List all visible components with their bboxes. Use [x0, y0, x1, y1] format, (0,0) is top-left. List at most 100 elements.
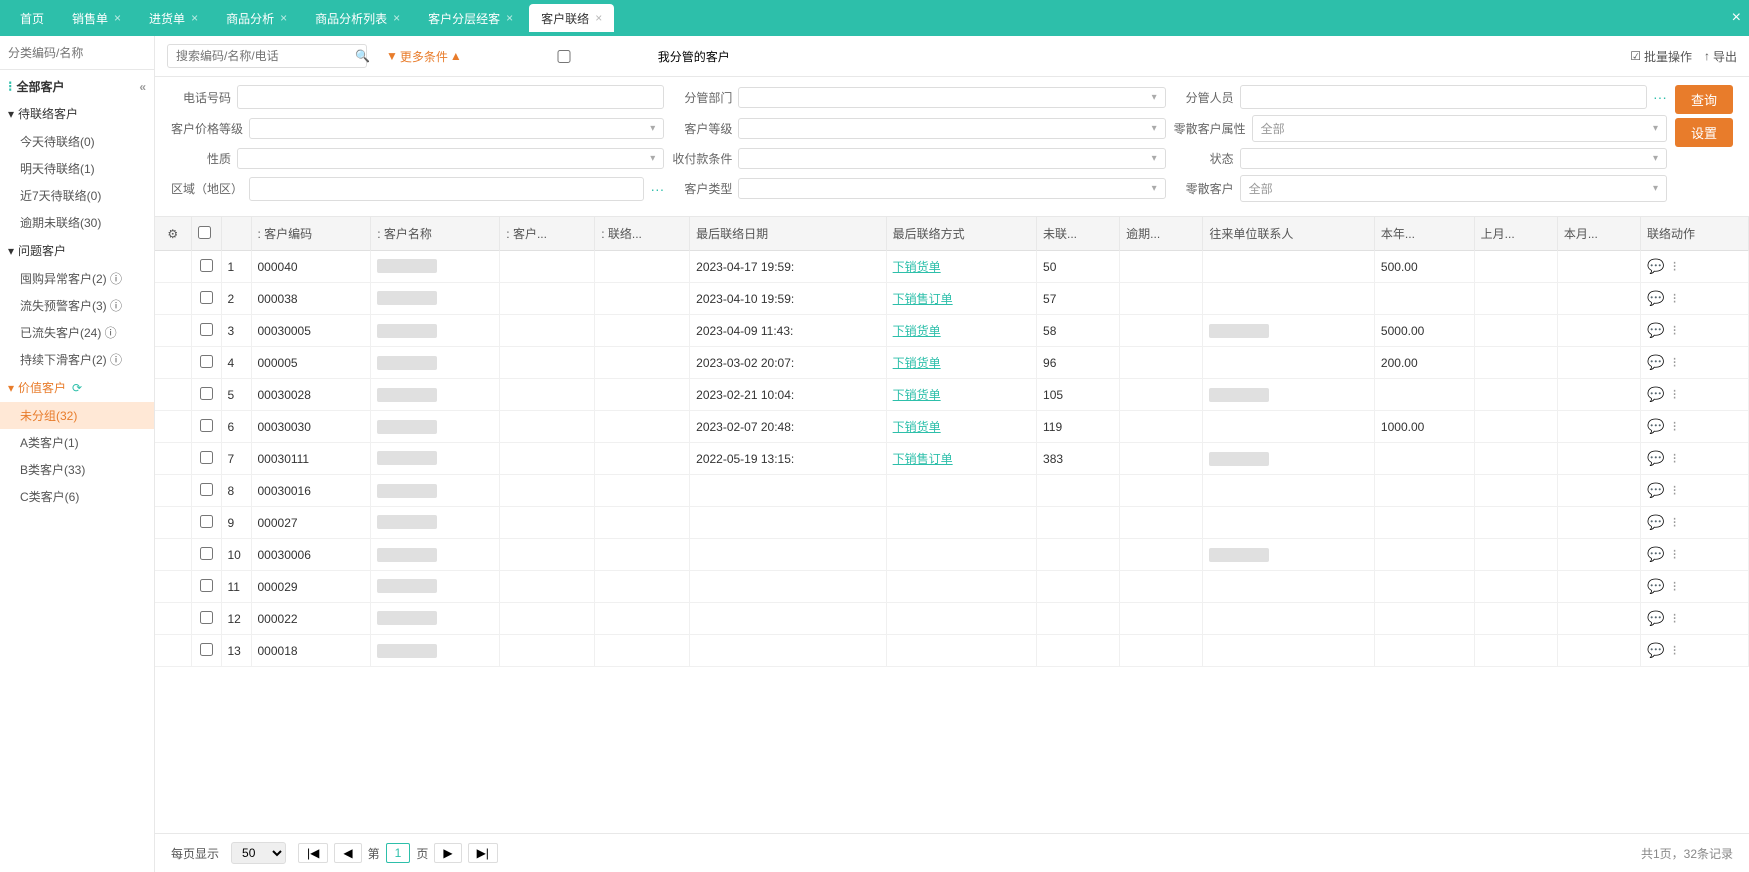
sidebar-item-7days[interactable]: 近7天待联络(0): [0, 182, 154, 209]
contact-way-link[interactable]: 下销售订单: [893, 452, 953, 466]
region-dots-btn[interactable]: ···: [650, 181, 664, 197]
page-size-select[interactable]: 50 100 200: [231, 842, 286, 864]
person-dots-btn[interactable]: ···: [1653, 89, 1667, 105]
sidebar-item-class-b[interactable]: B类客户(33): [0, 456, 154, 483]
tab-analysis[interactable]: 商品分析 ×: [214, 4, 299, 32]
my-customers-checkbox-label[interactable]: 我分管的客户: [474, 48, 730, 65]
phone-input[interactable]: [237, 85, 664, 109]
sidebar-item-overdue[interactable]: 逾期未联络(30): [0, 209, 154, 236]
more-icon[interactable]: ⁝: [1672, 322, 1676, 339]
tab-customer-tier[interactable]: 客户分层经客 ×: [416, 4, 525, 32]
batch-operation-btn[interactable]: ☑ 批量操作: [1630, 48, 1692, 65]
clevel-select[interactable]: ▾: [738, 118, 1165, 139]
row-checkbox[interactable]: [200, 547, 213, 560]
chat-icon[interactable]: 💬: [1647, 514, 1664, 531]
sidebar-item-class-a[interactable]: A类客户(1): [0, 429, 154, 456]
close-customer-contact-tab[interactable]: ×: [595, 11, 602, 25]
row-checkbox[interactable]: [200, 323, 213, 336]
more-icon[interactable]: ⁝: [1672, 546, 1676, 563]
row-checkbox[interactable]: [200, 355, 213, 368]
more-icon[interactable]: ⁝: [1672, 578, 1676, 595]
price-select[interactable]: ▾: [249, 118, 664, 139]
sidebar-item-today[interactable]: 今天待联络(0): [0, 128, 154, 155]
contact-way-link[interactable]: 下销货单: [893, 356, 941, 370]
first-page-btn[interactable]: |◀: [298, 843, 328, 863]
contact-way-link[interactable]: 下销售订单: [893, 292, 953, 306]
chat-icon[interactable]: 💬: [1647, 290, 1664, 307]
nature-select[interactable]: ▾: [237, 148, 664, 169]
more-icon[interactable]: ⁝: [1672, 258, 1676, 275]
chat-icon[interactable]: 💬: [1647, 642, 1664, 659]
reset-button[interactable]: 设置: [1675, 118, 1733, 147]
close-sales-tab[interactable]: ×: [114, 11, 121, 25]
more-icon[interactable]: ⁝: [1672, 354, 1676, 371]
tab-sales[interactable]: 销售单 ×: [60, 4, 133, 32]
payment-select[interactable]: ▾: [738, 148, 1165, 169]
export-btn[interactable]: ↑ 导出: [1704, 48, 1737, 65]
chat-icon[interactable]: 💬: [1647, 354, 1664, 371]
close-analysis-tab[interactable]: ×: [280, 11, 287, 25]
sidebar-search-input[interactable]: [8, 46, 155, 60]
collapse-sidebar-btn[interactable]: «: [139, 80, 146, 94]
row-checkbox[interactable]: [200, 419, 213, 432]
row-checkbox[interactable]: [200, 643, 213, 656]
all-customers-label[interactable]: 全部客户: [16, 78, 64, 95]
row-checkbox[interactable]: [200, 483, 213, 496]
select-all-checkbox[interactable]: [198, 226, 211, 239]
row-checkbox[interactable]: [200, 451, 213, 464]
region-input[interactable]: [249, 177, 644, 201]
more-icon[interactable]: ⁝: [1672, 290, 1676, 307]
query-button[interactable]: 查询: [1675, 85, 1733, 114]
chat-icon[interactable]: 💬: [1647, 578, 1664, 595]
chat-icon[interactable]: 💬: [1647, 482, 1664, 499]
retail-attr-select[interactable]: 全部 ▾: [1252, 115, 1667, 142]
row-checkbox[interactable]: [200, 259, 213, 272]
more-icon[interactable]: ⁝: [1672, 418, 1676, 435]
row-checkbox[interactable]: [200, 387, 213, 400]
tab-analysis-list[interactable]: 商品分析列表 ×: [303, 4, 412, 32]
sidebar-item-no-group[interactable]: 未分组(32): [0, 402, 154, 429]
more-icon[interactable]: ⁝: [1672, 514, 1676, 531]
dept-select[interactable]: ▾: [738, 87, 1165, 108]
search-input[interactable]: [167, 44, 367, 68]
sidebar-group-problem[interactable]: ▾ 问题客户: [0, 236, 154, 265]
my-customers-checkbox[interactable]: [474, 50, 654, 63]
contact-way-link[interactable]: 下销货单: [893, 324, 941, 338]
contact-way-link[interactable]: 下销货单: [893, 260, 941, 274]
more-icon[interactable]: ⁝: [1672, 386, 1676, 403]
chat-icon[interactable]: 💬: [1647, 386, 1664, 403]
retail-customer-select[interactable]: 全部 ▾: [1240, 175, 1667, 202]
close-window-btn[interactable]: ×: [1732, 9, 1741, 27]
ctype-select[interactable]: ▾: [738, 178, 1165, 199]
close-purchase-tab[interactable]: ×: [191, 11, 198, 25]
sidebar-item-tomorrow[interactable]: 明天待联络(1): [0, 155, 154, 182]
last-page-btn[interactable]: ▶|: [468, 843, 498, 863]
more-icon[interactable]: ⁝: [1672, 482, 1676, 499]
chat-icon[interactable]: 💬: [1647, 418, 1664, 435]
contact-way-link[interactable]: 下销货单: [893, 388, 941, 402]
sidebar-item-class-c[interactable]: C类客户(6): [0, 483, 154, 510]
next-page-btn[interactable]: ▶: [434, 843, 461, 863]
row-checkbox[interactable]: [200, 579, 213, 592]
tab-customer-contact[interactable]: 客户联络 ×: [529, 4, 614, 32]
sidebar-item-abnormal[interactable]: 囤购异常客户(2) ⓘ: [0, 265, 154, 292]
contact-way-link[interactable]: 下销货单: [893, 420, 941, 434]
more-icon[interactable]: ⁝: [1672, 610, 1676, 627]
tab-purchase[interactable]: 进货单 ×: [137, 4, 210, 32]
sidebar-item-declining[interactable]: 持续下滑客户(2) ⓘ: [0, 346, 154, 373]
sidebar-item-churn-warning[interactable]: 流失预警客户(3) ⓘ: [0, 292, 154, 319]
prev-page-btn[interactable]: ◀: [334, 843, 361, 863]
sidebar-group-value[interactable]: ▾ 价值客户 ⟳: [0, 373, 154, 402]
chat-icon[interactable]: 💬: [1647, 610, 1664, 627]
row-checkbox[interactable]: [200, 611, 213, 624]
tab-home[interactable]: 首页: [8, 4, 56, 32]
chat-icon[interactable]: 💬: [1647, 322, 1664, 339]
person-input[interactable]: [1240, 85, 1647, 109]
chat-icon[interactable]: 💬: [1647, 258, 1664, 275]
chat-icon[interactable]: 💬: [1647, 450, 1664, 467]
sidebar-group-pending-contact[interactable]: ▾ 待联络客户: [0, 99, 154, 128]
close-customer-tier-tab[interactable]: ×: [506, 11, 513, 25]
row-checkbox[interactable]: [200, 291, 213, 304]
status-select[interactable]: ▾: [1240, 148, 1667, 169]
more-conditions-btn[interactable]: ▼ 更多条件 ▲: [386, 48, 462, 65]
